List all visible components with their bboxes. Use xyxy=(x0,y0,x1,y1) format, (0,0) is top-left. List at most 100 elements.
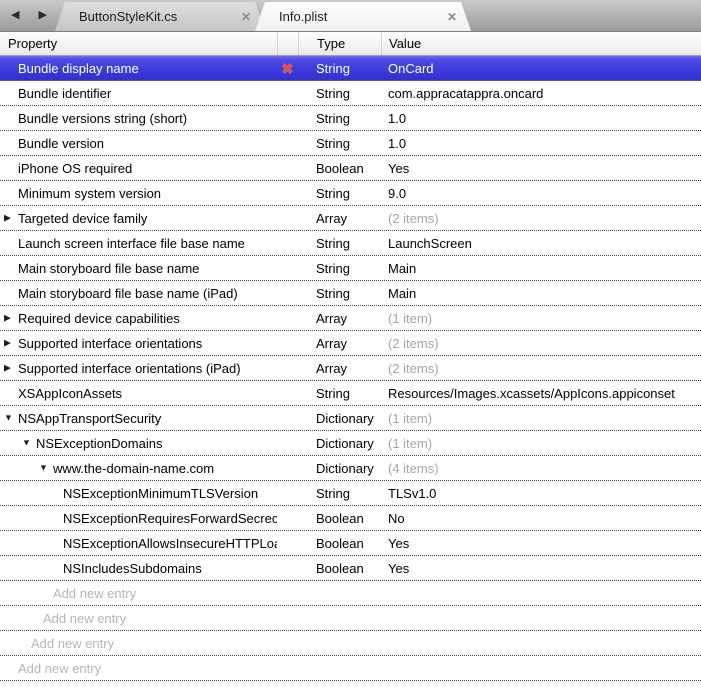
forward-icon[interactable]: ▶ xyxy=(35,8,49,23)
table-row[interactable]: Bundle identifier String com.appracatapp… xyxy=(0,81,701,106)
property-label: iPhone OS required xyxy=(18,161,132,176)
type-cell: Dictionary xyxy=(298,456,381,480)
table-row[interactable]: NSExceptionAllowsInsecureHTTPLoads Boole… xyxy=(0,531,701,556)
table-row[interactable]: Bundle display name ✖ String OnCard xyxy=(0,56,701,81)
disclosure-triangle-icon[interactable]: ▼ xyxy=(4,414,13,423)
icon-cell xyxy=(277,481,298,505)
table-row[interactable]: Bundle versions string (short) String 1.… xyxy=(0,106,701,131)
value-cell: LaunchScreen xyxy=(381,231,701,255)
icon-cell xyxy=(277,456,298,480)
property-cell: ▶ Required device capabilities xyxy=(0,306,277,330)
value-cell xyxy=(381,581,701,605)
property-label: NSIncludesSubdomains xyxy=(63,561,202,576)
column-header-row: Property Type Value xyxy=(0,32,701,56)
value-cell: No xyxy=(381,506,701,530)
property-cell: NSExceptionAllowsInsecureHTTPLoads xyxy=(0,531,277,555)
back-icon[interactable]: ◀ xyxy=(8,8,22,23)
table-row[interactable]: Main storyboard file base name (iPad) St… xyxy=(0,281,701,306)
property-label: Bundle versions string (short) xyxy=(18,111,187,126)
value-cell: 9.0 xyxy=(381,181,701,205)
disclosure-triangle-icon[interactable]: ▼ xyxy=(22,439,31,448)
property-label: Launch screen interface file base name xyxy=(18,236,245,251)
property-cell: Main storyboard file base name (iPad) xyxy=(0,281,277,305)
type-cell: Dictionary xyxy=(298,431,381,455)
icon-cell xyxy=(277,381,298,405)
table-row[interactable]: XSAppIconAssets String Resources/Images.… xyxy=(0,381,701,406)
disclosure-triangle-icon[interactable]: ▶ xyxy=(4,339,11,348)
column-header-value[interactable]: Value xyxy=(381,32,701,55)
disclosure-triangle-icon[interactable]: ▼ xyxy=(39,464,48,473)
disclosure-triangle-icon[interactable]: ▶ xyxy=(4,314,11,323)
icon-cell xyxy=(277,656,298,680)
value-cell xyxy=(381,606,701,630)
value-cell: Yes xyxy=(381,156,701,180)
icon-cell xyxy=(277,406,298,430)
property-label: Add new entry xyxy=(53,586,136,601)
property-cell: Bundle display name xyxy=(0,56,277,80)
icon-cell xyxy=(277,306,298,330)
table-row[interactable]: ▼ NSAppTransportSecurity Dictionary (1 i… xyxy=(0,406,701,431)
table-row[interactable]: ▼ www.the-domain-name.com Dictionary (4 … xyxy=(0,456,701,481)
value-cell: (2 items) xyxy=(381,206,701,230)
property-label: XSAppIconAssets xyxy=(18,386,122,401)
table-row[interactable]: ▶ Supported interface orientations Array… xyxy=(0,331,701,356)
type-cell: String xyxy=(298,106,381,130)
close-icon[interactable]: ✕ xyxy=(441,11,471,23)
table-row[interactable]: Add new entry xyxy=(0,606,701,631)
table-row[interactable]: ▼ NSExceptionDomains Dictionary (1 item) xyxy=(0,431,701,456)
column-header-type[interactable]: Type xyxy=(298,32,381,55)
type-cell: Boolean xyxy=(298,156,381,180)
icon-cell xyxy=(277,256,298,280)
tab-infoplist[interactable]: Info.plist ✕ xyxy=(255,2,471,31)
type-cell xyxy=(298,656,381,680)
tab-label: ButtonStyleKit.cs xyxy=(55,9,235,24)
property-cell: Launch screen interface file base name xyxy=(0,231,277,255)
table-row[interactable]: Launch screen interface file base name S… xyxy=(0,231,701,256)
type-cell: Boolean xyxy=(298,506,381,530)
value-cell: Yes xyxy=(381,556,701,580)
property-label: NSExceptionAllowsInsecureHTTPLoads xyxy=(63,536,277,551)
table-row[interactable]: Add new entry xyxy=(0,656,701,681)
property-label: www.the-domain-name.com xyxy=(53,461,214,476)
tab-buttonstylekit[interactable]: ButtonStyleKit.cs ✕ xyxy=(55,2,265,31)
value-cell: Yes xyxy=(381,531,701,555)
type-cell: Boolean xyxy=(298,531,381,555)
icon-cell xyxy=(277,231,298,255)
property-cell: ▼ www.the-domain-name.com xyxy=(0,456,277,480)
disclosure-triangle-icon[interactable]: ▶ xyxy=(4,364,11,373)
disclosure-triangle-icon[interactable]: ▶ xyxy=(4,214,11,223)
type-cell: Dictionary xyxy=(298,406,381,430)
table-row[interactable]: NSIncludesSubdomains Boolean Yes xyxy=(0,556,701,581)
table-row[interactable]: Add new entry xyxy=(0,631,701,656)
table-row[interactable]: NSExceptionRequiresForwardSecrecy Boolea… xyxy=(0,506,701,531)
value-cell: TLSv1.0 xyxy=(381,481,701,505)
table-row[interactable]: NSExceptionMinimumTLSVersion String TLSv… xyxy=(0,481,701,506)
table-row[interactable]: Minimum system version String 9.0 xyxy=(0,181,701,206)
property-cell: ▼ NSExceptionDomains xyxy=(0,431,277,455)
type-cell: String xyxy=(298,231,381,255)
value-cell: Main xyxy=(381,256,701,280)
tab-nav-buttons: ◀ ▶ xyxy=(8,0,50,31)
property-label: Add new entry xyxy=(43,611,126,626)
value-cell: 1.0 xyxy=(381,131,701,155)
property-cell: ▼ NSAppTransportSecurity xyxy=(0,406,277,430)
type-cell: String xyxy=(298,81,381,105)
table-row[interactable]: Main storyboard file base name String Ma… xyxy=(0,256,701,281)
value-cell: Main xyxy=(381,281,701,305)
table-row[interactable]: iPhone OS required Boolean Yes xyxy=(0,156,701,181)
column-header-property[interactable]: Property xyxy=(0,32,277,55)
icon-cell xyxy=(277,131,298,155)
value-cell: com.appracatappra.oncard xyxy=(381,81,701,105)
table-row[interactable]: ▶ Targeted device family Array (2 items) xyxy=(0,206,701,231)
property-label: Bundle version xyxy=(18,136,104,151)
delete-entry-icon[interactable]: ✖ xyxy=(282,61,294,75)
property-cell: Add new entry xyxy=(0,606,277,630)
value-cell xyxy=(381,631,701,655)
icon-cell xyxy=(277,356,298,380)
type-cell: String xyxy=(298,181,381,205)
icon-cell xyxy=(277,281,298,305)
table-row[interactable]: ▶ Required device capabilities Array (1 … xyxy=(0,306,701,331)
table-row[interactable]: Add new entry xyxy=(0,581,701,606)
table-row[interactable]: Bundle version String 1.0 xyxy=(0,131,701,156)
table-row[interactable]: ▶ Supported interface orientations (iPad… xyxy=(0,356,701,381)
